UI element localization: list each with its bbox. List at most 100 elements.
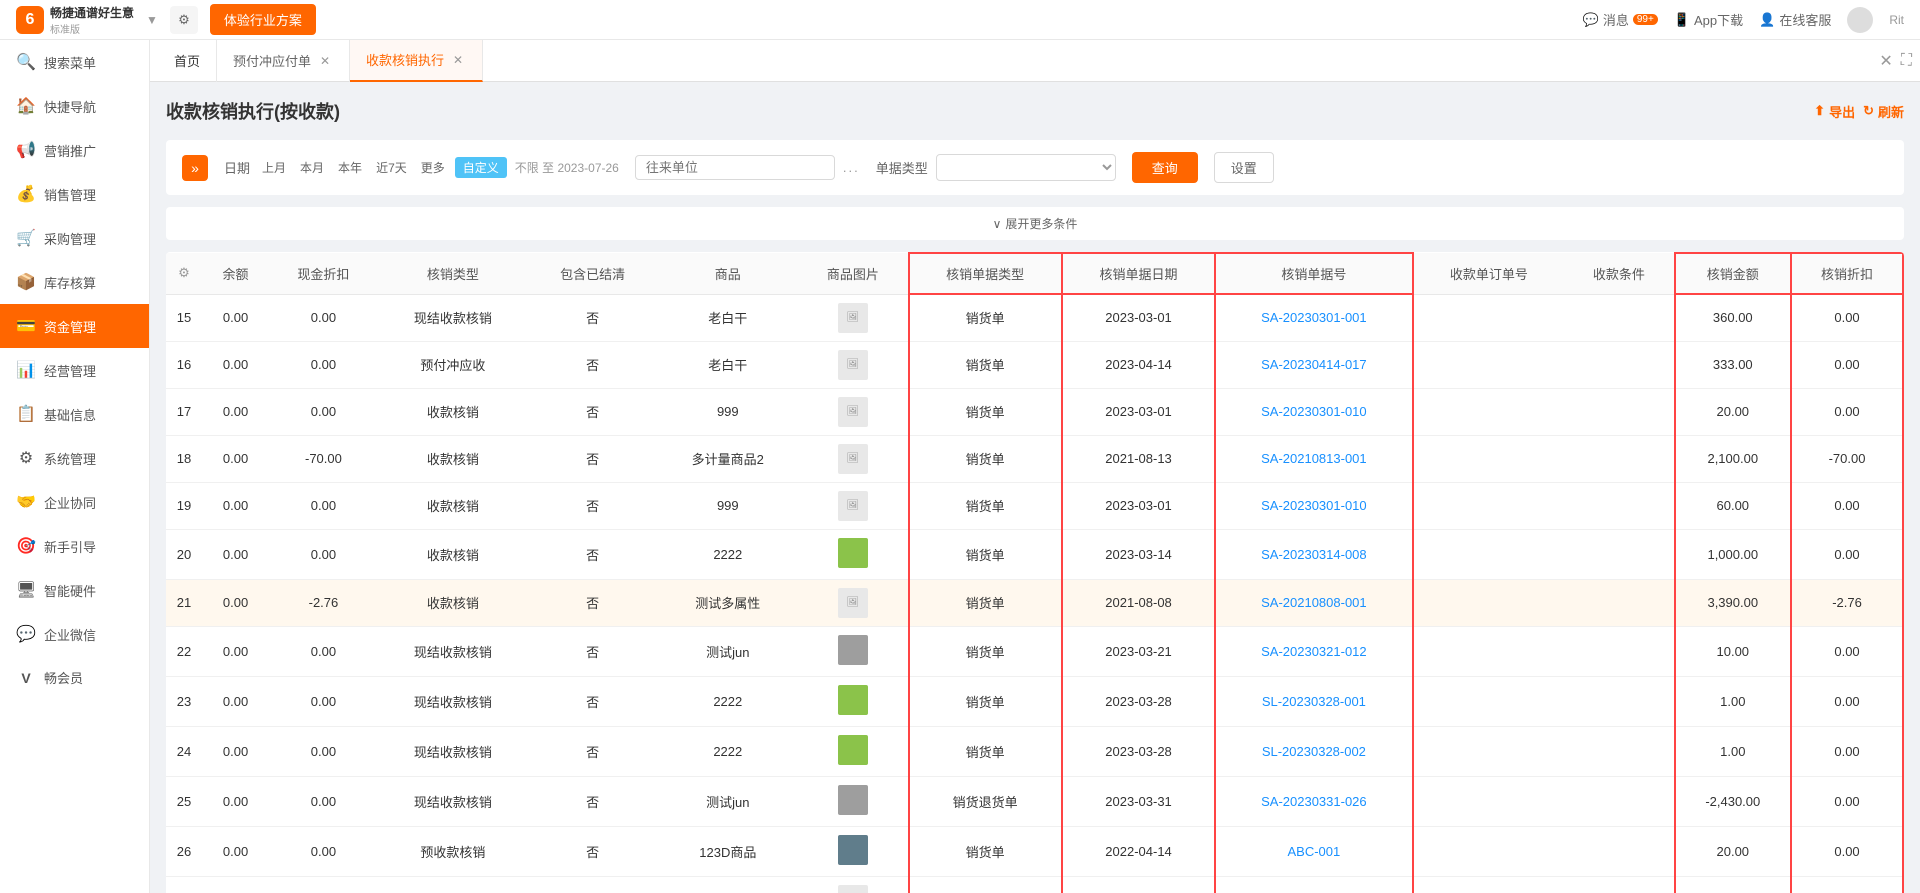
clipboard-icon: 📋 (16, 404, 36, 424)
cell-verify-discount: 0.00 (1791, 529, 1903, 579)
close-window-icon[interactable]: ✕ (1879, 51, 1892, 71)
cell-verify-type: 现结收款核销 (378, 876, 528, 893)
cell-product-img: 🖼 (798, 435, 908, 482)
tab-receipt[interactable]: 收款核销执行 ✕ (350, 40, 483, 82)
cell-verify-type: 收款核销 (378, 435, 528, 482)
sidebar-item-hardware[interactable]: 🖥 智能硬件 (0, 568, 149, 612)
tab-prepay-close-icon[interactable]: ✕ (317, 53, 333, 69)
table-body: 15 0.00 0.00 现结收款核销 否 老白干 🖼 销货单 2023-03-… (166, 294, 1903, 893)
voucher-no-link[interactable]: SA-20230331-026 (1261, 794, 1367, 809)
logo-area: 6 畅捷通谱好生意 标准版 (16, 4, 134, 36)
cell-payment-terms (1564, 876, 1674, 893)
partner-input[interactable] (635, 155, 835, 180)
cell-verify-amount: 20.00 (1675, 388, 1792, 435)
voucher-no-link[interactable]: SL-20230328-001 (1262, 694, 1366, 709)
filter-toggle-button[interactable]: » (182, 155, 208, 181)
cart-icon: 🛒 (16, 228, 36, 248)
sidebar-item-quick[interactable]: 🏠 快捷导航 (0, 84, 149, 128)
sidebar-item-funds[interactable]: 💳 资金管理 (0, 304, 149, 348)
expand-button[interactable]: ∨ 展开更多条件 (993, 215, 1078, 232)
table-row: 23 0.00 0.00 现结收款核销 否 2222 销货单 2023-03-2… (166, 676, 1903, 726)
cell-balance: 0.00 (202, 579, 269, 626)
sidebar-label-guide: 新手引导 (44, 537, 96, 556)
cell-includes-cleared: 否 (528, 341, 657, 388)
cell-id: 19 (166, 482, 202, 529)
tab-receipt-close-icon[interactable]: ✕ (450, 52, 466, 68)
voucher-no-link[interactable]: SL-20230328-002 (1262, 744, 1366, 759)
date-btn-this-month[interactable]: 本月 (296, 157, 328, 178)
dropdown-arrow-icon[interactable]: ▼ (146, 13, 158, 27)
sidebar-item-marketing[interactable]: 📢 营销推广 (0, 128, 149, 172)
voucher-no-link[interactable]: SA-20230301-001 (1261, 310, 1367, 325)
sidebar-label-member: 畅会员 (44, 668, 83, 687)
cell-verify-amount: 60.00 (1675, 482, 1792, 529)
th-receipt-order: 收款单订单号 (1413, 253, 1565, 294)
cell-cash-discount: 0.00 (269, 776, 378, 826)
cell-balance: 0.00 (202, 776, 269, 826)
voucher-no-link[interactable]: SA-20210808-001 (1261, 595, 1367, 610)
sidebar-item-wechat[interactable]: 💬 企业微信 (0, 612, 149, 656)
industry-button[interactable]: 体验行业方案 (210, 4, 316, 35)
date-btn-more[interactable]: 更多 (417, 157, 449, 178)
cell-verify-type: 现结收款核销 (378, 726, 528, 776)
cell-includes-cleared: 否 (528, 876, 657, 893)
title-actions: ⬆ 导出 ↻ 刷新 (1814, 102, 1904, 121)
sidebar-item-sales[interactable]: 💰 销售管理 (0, 172, 149, 216)
user-avatar[interactable] (1847, 7, 1873, 33)
voucher-no-link[interactable]: ABC-001 (1288, 844, 1341, 859)
cell-voucher-type: 销货单 (909, 876, 1062, 893)
tab-home[interactable]: 首页 (158, 40, 217, 82)
message-button[interactable]: 💬 消息 99+ (1583, 10, 1658, 29)
cell-verify-discount: 0.00 (1791, 388, 1903, 435)
sidebar-item-operations[interactable]: 📊 经营管理 (0, 348, 149, 392)
maximize-icon[interactable]: ⛶ (1901, 52, 1912, 70)
gear-button[interactable]: ⚙ (170, 6, 198, 34)
sidebar-item-member[interactable]: V 畅会员 (0, 656, 149, 699)
tab-prepay-label: 预付冲应付单 (233, 51, 311, 70)
voucher-no-link[interactable]: SA-20230414-017 (1261, 357, 1367, 372)
cell-cash-discount: 0.00 (269, 876, 378, 893)
export-button[interactable]: ⬆ 导出 (1814, 102, 1855, 121)
cell-voucher-no: SA-20210808-001 (1215, 579, 1412, 626)
cell-receipt-order (1413, 826, 1565, 876)
app-download-button[interactable]: 📱 App下载 (1674, 10, 1743, 29)
sidebar-item-inventory[interactable]: 📦 库存核算 (0, 260, 149, 304)
sidebar-item-search[interactable]: 🔍 搜索菜单 (0, 40, 149, 84)
voucher-no-link[interactable]: SA-20230301-010 (1261, 498, 1367, 513)
cell-product: 衣服00001 (657, 876, 798, 893)
voucher-no-link[interactable]: SA-20230301-010 (1261, 404, 1367, 419)
sidebar-item-purchase[interactable]: 🛒 采购管理 (0, 216, 149, 260)
sidebar-label-collab: 企业协同 (44, 493, 96, 512)
voucher-no-link[interactable]: SA-20230321-012 (1261, 644, 1367, 659)
date-btn-last-month[interactable]: 上月 (258, 157, 290, 178)
voucher-no-link[interactable]: SA-20230314-008 (1261, 547, 1367, 562)
sidebar-item-collab[interactable]: 🤝 企业协同 (0, 480, 149, 524)
settings-button[interactable]: 设置 (1214, 152, 1274, 183)
online-service-button[interactable]: 👤 在线客服 (1759, 10, 1831, 29)
cell-payment-terms (1564, 435, 1674, 482)
service-icon: 👤 (1759, 12, 1775, 28)
data-table: ⚙ 余额 现金折扣 核销类型 包含已结清 商品 商品图片 核销单据类型 核销单据… (166, 252, 1904, 893)
refresh-button[interactable]: ↻ 刷新 (1863, 102, 1904, 121)
date-btn-custom[interactable]: 自定义 (455, 157, 507, 178)
cell-product: 测试jun (657, 776, 798, 826)
th-voucher-date: 核销单据日期 (1062, 253, 1215, 294)
cell-verify-amount: 360.00 (1675, 294, 1792, 341)
date-btn-this-year[interactable]: 本年 (334, 157, 366, 178)
cell-voucher-type: 销货单 (909, 726, 1062, 776)
query-button[interactable]: 查询 (1132, 152, 1198, 183)
cell-voucher-type: 销货单 (909, 482, 1062, 529)
tab-prepay[interactable]: 预付冲应付单 ✕ (217, 40, 350, 82)
message-icon: 💬 (1583, 12, 1599, 28)
sidebar-item-system[interactable]: ⚙ 系统管理 (0, 436, 149, 480)
sidebar-item-base[interactable]: 📋 基础信息 (0, 392, 149, 436)
voucher-no-link[interactable]: SA-20210813-001 (1261, 451, 1367, 466)
filter-bar: » 日期 上月 本月 本年 近7天 更多 自定义 不限 至 2023-07-26 (166, 140, 1904, 195)
expand-row: ∨ 展开更多条件 (166, 207, 1904, 240)
cell-product-img: 🖼 (798, 876, 908, 893)
date-btn-7days[interactable]: 近7天 (372, 157, 411, 178)
voucher-type-select[interactable] (936, 154, 1116, 181)
sidebar-item-guide[interactable]: 🎯 新手引导 (0, 524, 149, 568)
cell-voucher-type: 销货单 (909, 579, 1062, 626)
column-settings-icon[interactable]: ⚙ (178, 265, 190, 280)
